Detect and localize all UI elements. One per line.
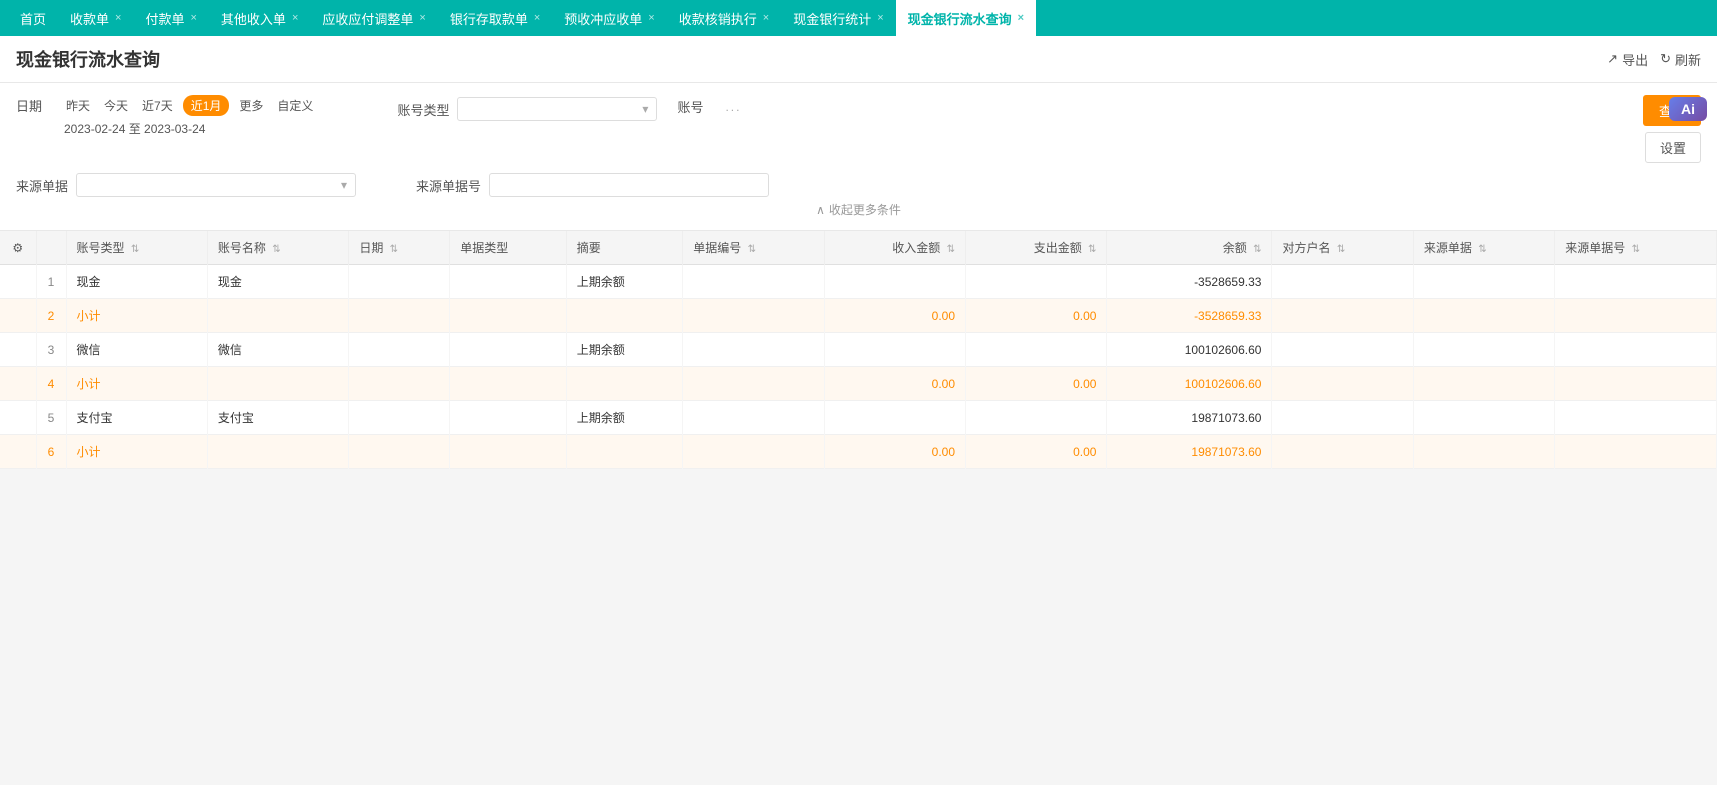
source-doc-label: 来源单据: [16, 176, 68, 195]
yesterday-shortcut[interactable]: 昨天: [62, 95, 94, 116]
nav-receipts[interactable]: 收款单 ×: [58, 0, 133, 36]
column-summary: 摘要: [566, 231, 683, 265]
custom-shortcut[interactable]: 自定义: [273, 95, 317, 116]
nav-ar-ap-adjust[interactable]: 应收应付调整单 ×: [310, 0, 437, 36]
table-row: 2小计0.000.00-3528659.33: [0, 299, 1717, 333]
table-row: 5支付宝支付宝上期余额19871073.60: [0, 401, 1717, 435]
collapse-button[interactable]: ∧ 收起更多条件: [816, 201, 901, 218]
close-icon[interactable]: ×: [292, 12, 298, 24]
sort-icon: ⇅: [272, 244, 280, 255]
filter-area: 日期 昨天 今天 近7天 近1月 更多 自定义 2023-02-24 至 202…: [0, 83, 1717, 231]
date-label: 日期: [16, 96, 56, 115]
page-title: 现金银行流水查询: [16, 46, 160, 72]
sort-icon: ⇅: [131, 244, 139, 255]
account-label: 账号: [677, 97, 717, 116]
settings-button[interactable]: 设置: [1645, 132, 1701, 163]
sort-icon: ⇅: [1088, 244, 1096, 255]
account-type-select[interactable]: ▾: [457, 97, 657, 121]
column-source-doc-num[interactable]: 来源单据号 ⇅: [1555, 231, 1717, 265]
sort-icon: ⇅: [1632, 244, 1640, 255]
table-row: 4小计0.000.00100102606.60: [0, 367, 1717, 401]
collapse-row: ∧ 收起更多条件: [16, 201, 1701, 218]
date-shortcuts: 昨天 今天 近7天 近1月 更多 自定义: [62, 95, 317, 116]
table-body: 1现金现金上期余额-3528659.332小计0.000.00-3528659.…: [0, 265, 1717, 469]
more-shortcut[interactable]: 更多: [235, 95, 267, 116]
column-gear[interactable]: ⚙: [0, 231, 36, 265]
table-container: ⚙ 账号类型 ⇅ 账号名称 ⇅ 日期 ⇅ 单据类型 摘要: [0, 231, 1717, 469]
sort-icon: ⇅: [1337, 244, 1345, 255]
sort-icon: ⇅: [390, 244, 398, 255]
nav-receipt-execute[interactable]: 收款核销执行 ×: [667, 0, 781, 36]
table-header-row: ⚙ 账号类型 ⇅ 账号名称 ⇅ 日期 ⇅ 单据类型 摘要: [0, 231, 1717, 265]
collapse-up-icon: ∧: [816, 203, 825, 217]
column-doc-type: 单据类型: [450, 231, 567, 265]
nav-bank-deposit[interactable]: 银行存取款单 ×: [438, 0, 552, 36]
close-icon[interactable]: ×: [763, 12, 769, 24]
export-icon: ↗: [1607, 51, 1618, 67]
nav-cash-bank-stats[interactable]: 现金银行统计 ×: [781, 0, 895, 36]
column-balance[interactable]: 余额 ⇅: [1107, 231, 1272, 265]
source-doc-select[interactable]: ▾: [76, 173, 356, 197]
close-icon[interactable]: ×: [115, 12, 121, 24]
close-icon[interactable]: ×: [877, 12, 883, 24]
ai-badge[interactable]: Ai: [1669, 97, 1707, 121]
1month-shortcut[interactable]: 近1月: [183, 95, 230, 116]
nav-home[interactable]: 首页: [8, 0, 58, 36]
column-counterparty[interactable]: 对方户名 ⇅: [1272, 231, 1413, 265]
sort-icon: ⇅: [947, 244, 955, 255]
column-account-type[interactable]: 账号类型 ⇅: [66, 231, 207, 265]
nav-other-income[interactable]: 其他收入单 ×: [209, 0, 310, 36]
table-row: 3微信微信上期余额100102606.60: [0, 333, 1717, 367]
table-row: 1现金现金上期余额-3528659.33: [0, 265, 1717, 299]
sort-icon: ⇅: [1253, 244, 1261, 255]
close-icon[interactable]: ×: [534, 12, 540, 24]
today-shortcut[interactable]: 今天: [100, 95, 132, 116]
top-navigation: 首页 收款单 × 付款单 × 其他收入单 × 应收应付调整单 × 银行存取款单 …: [0, 0, 1717, 36]
account-type-label: 账号类型: [397, 100, 449, 119]
chevron-down-icon: ▾: [642, 102, 648, 116]
source-doc-num-input[interactable]: [489, 173, 769, 197]
close-icon[interactable]: ×: [419, 12, 425, 24]
refresh-button[interactable]: ↻ 刷新: [1660, 50, 1701, 69]
date-range-display: 2023-02-24 至 2023-03-24: [64, 122, 205, 136]
export-button[interactable]: ↗ 导出: [1607, 50, 1648, 69]
data-table: ⚙ 账号类型 ⇅ 账号名称 ⇅ 日期 ⇅ 单据类型 摘要: [0, 231, 1717, 469]
chevron-down-icon: ▾: [341, 178, 347, 192]
close-icon[interactable]: ×: [648, 12, 654, 24]
header-actions: ↗ 导出 ↻ 刷新: [1607, 50, 1701, 69]
sort-icon: ⇅: [748, 244, 756, 255]
account-dots[interactable]: ...: [725, 100, 741, 114]
column-source-doc[interactable]: 来源单据 ⇅: [1413, 231, 1554, 265]
table-row: 6小计0.000.0019871073.60: [0, 435, 1717, 469]
column-doc-num[interactable]: 单据编号 ⇅: [683, 231, 824, 265]
column-num: [36, 231, 66, 265]
nav-cash-bank-flow[interactable]: 现金银行流水查询 ×: [896, 0, 1036, 36]
7days-shortcut[interactable]: 近7天: [138, 95, 177, 116]
refresh-icon: ↻: [1660, 51, 1671, 67]
source-doc-num-label: 来源单据号: [416, 176, 481, 195]
sort-icon: ⇅: [1478, 244, 1486, 255]
column-expense[interactable]: 支出金额 ⇅: [966, 231, 1107, 265]
nav-payments[interactable]: 付款单 ×: [133, 0, 208, 36]
close-icon[interactable]: ×: [1018, 12, 1024, 24]
page-header: 现金银行流水查询 ↗ 导出 ↻ 刷新: [0, 36, 1717, 83]
column-date[interactable]: 日期 ⇅: [349, 231, 450, 265]
close-icon[interactable]: ×: [190, 12, 196, 24]
column-income[interactable]: 收入金额 ⇅: [824, 231, 965, 265]
nav-advance-offset[interactable]: 预收冲应收单 ×: [552, 0, 666, 36]
column-account-name[interactable]: 账号名称 ⇅: [207, 231, 348, 265]
